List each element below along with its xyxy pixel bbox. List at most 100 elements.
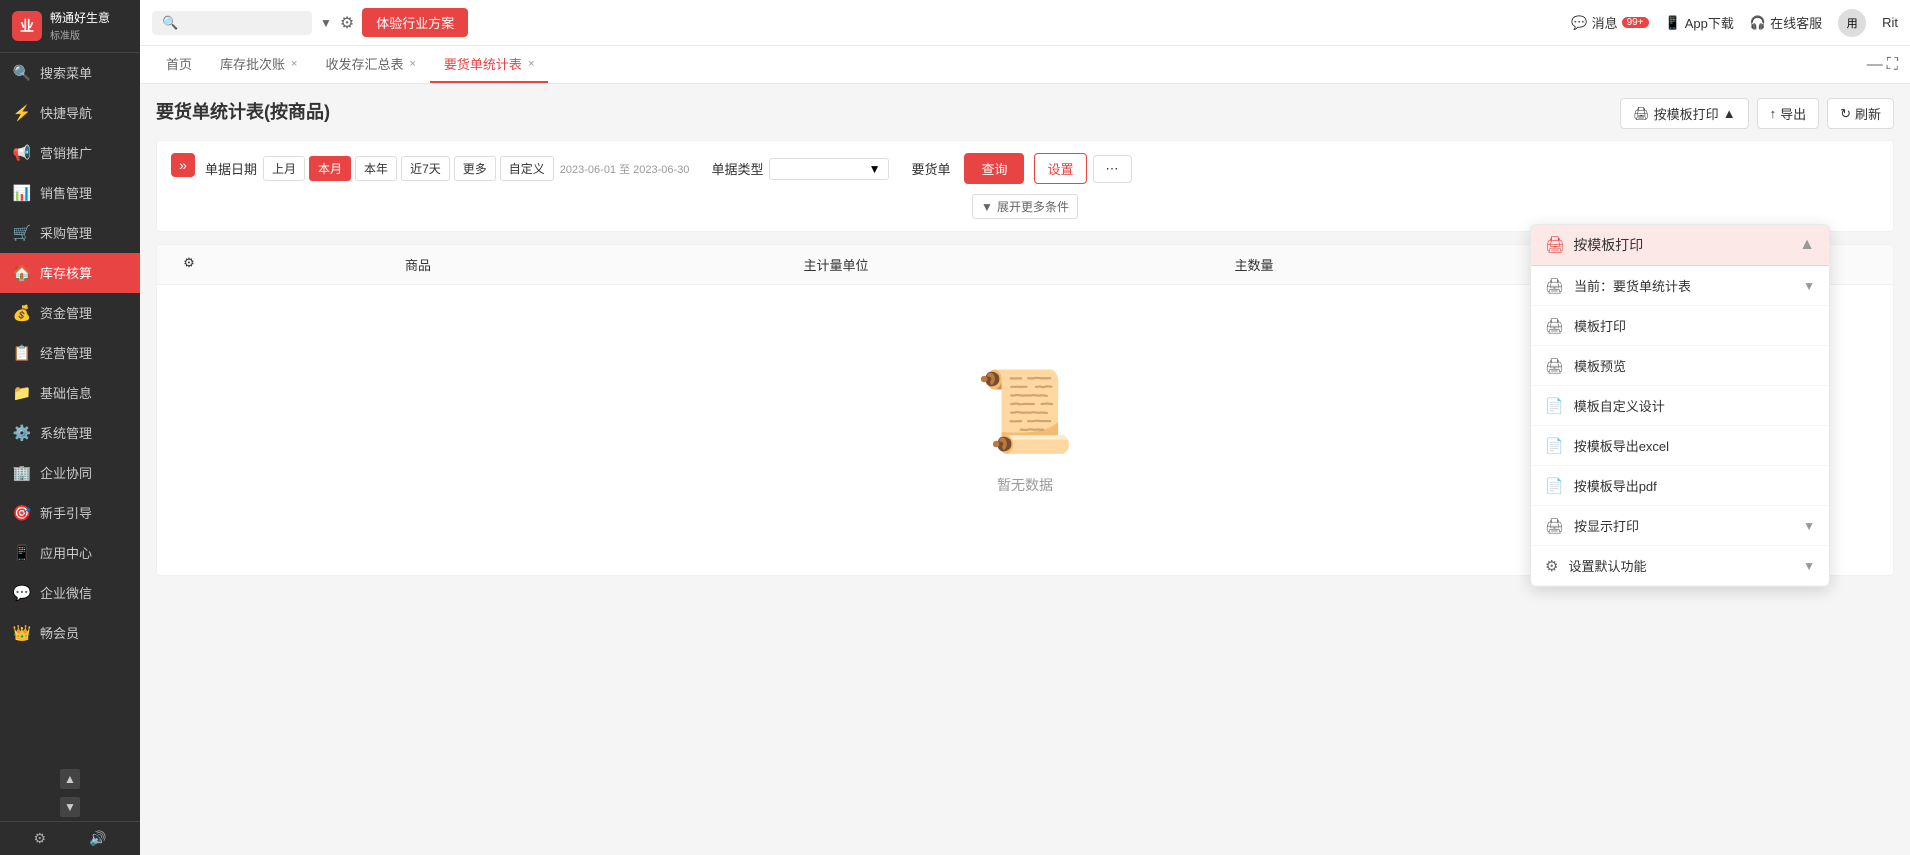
template-print-icon: 🖨 xyxy=(1545,317,1564,335)
export-button[interactable]: ↑ 导出 xyxy=(1757,98,1820,129)
tab-home[interactable]: 首页 xyxy=(152,46,206,83)
empty-text: 暂无数据 xyxy=(997,475,1053,495)
date-last-7days-button[interactable]: 近7天 xyxy=(401,156,450,181)
app-download-item[interactable]: 📱 App下载 xyxy=(1665,13,1734,32)
sidebar-item-app-center[interactable]: 📱 应用中心 xyxy=(0,533,140,573)
default-func-label: 设置默认功能 xyxy=(1568,556,1793,575)
date-current-year-button[interactable]: 本年 xyxy=(355,156,397,181)
main-content: 🔍 ▼ ⚙ 体验行业方案 💬 消息 99+ 📱 App下载 🎧 在线客服 用 xyxy=(140,0,1910,855)
scroll-up-button[interactable]: ▲ xyxy=(60,769,80,789)
sidebar-item-wechat[interactable]: 💬 企业微信 xyxy=(0,573,140,613)
app-logo: 业 畅通好生意 标准版 xyxy=(0,0,140,53)
dropdown-template-preview[interactable]: 🖨 模板预览 xyxy=(1531,346,1829,386)
tab-inventory-batch[interactable]: 库存批次账 × xyxy=(206,46,311,83)
sound-footer-button[interactable]: 🔊 xyxy=(89,830,106,847)
filter-expand-button[interactable]: » xyxy=(171,153,195,177)
dropdown-template-custom[interactable]: 📄 模板自定义设计 xyxy=(1531,386,1829,426)
tab-minimize-button[interactable]: — xyxy=(1867,56,1883,74)
sidebar: 业 畅通好生意 标准版 🔍 搜索菜单 ⚡ 快捷导航 📢 营销推广 📊 销售管理 … xyxy=(0,0,140,855)
app-download-label: App下载 xyxy=(1685,13,1734,32)
tab-label: 首页 xyxy=(166,54,192,73)
marketing-icon: 📢 xyxy=(12,143,32,163)
sidebar-item-finance[interactable]: 💰 资金管理 xyxy=(0,293,140,333)
search-box[interactable]: 🔍 xyxy=(152,11,312,35)
sidebar-item-label: 销售管理 xyxy=(40,183,92,202)
sidebar-item-system[interactable]: ⚙️ 系统管理 xyxy=(0,413,140,453)
sidebar-item-member[interactable]: 👑 畅会员 xyxy=(0,613,140,653)
type-filter-select[interactable]: ▼ xyxy=(769,158,889,180)
sidebar-item-search[interactable]: 🔍 搜索菜单 xyxy=(0,53,140,93)
search-input[interactable] xyxy=(184,16,284,30)
sidebar-item-enterprise[interactable]: 🏢 企业协同 xyxy=(0,453,140,493)
dropdown-current-template[interactable]: 🖨 当前：要货单统计表 ▼ xyxy=(1531,266,1829,306)
quick-nav-icon: ⚡ xyxy=(12,103,32,123)
topbar-gear-button[interactable]: ⚙ xyxy=(340,13,354,33)
date-custom-button[interactable]: 自定义 xyxy=(500,156,554,181)
tab-receipt-summary[interactable]: 收发存汇总表 × xyxy=(311,46,429,83)
sidebar-item-label: 基础信息 xyxy=(40,383,92,402)
guide-icon: 🎯 xyxy=(12,503,32,523)
order-code-label: 要货单 xyxy=(911,159,950,178)
trial-button[interactable]: 体验行业方案 xyxy=(362,8,468,37)
sidebar-item-inventory[interactable]: 🏠 库存核算 xyxy=(0,253,140,293)
date-filter-label: 单据日期 xyxy=(205,159,257,178)
page-actions: 🖨 按模板打印 ▲ ↑ 导出 ↻ 刷新 xyxy=(1620,98,1894,129)
settings-button[interactable]: 设置 xyxy=(1034,153,1086,184)
refresh-button[interactable]: ↻ 刷新 xyxy=(1827,98,1894,129)
topbar-dropdown[interactable]: ▼ xyxy=(320,16,332,30)
expand-more-button[interactable]: ▼ 展开更多条件 xyxy=(972,194,1078,219)
dropdown-template-print[interactable]: 🖨 模板打印 xyxy=(1531,306,1829,346)
dropdown-template-export-excel[interactable]: 📄 按模板导出excel xyxy=(1531,426,1829,466)
tab-close-inventory-batch[interactable]: × xyxy=(291,58,297,70)
sidebar-item-quick-nav[interactable]: ⚡ 快捷导航 xyxy=(0,93,140,133)
print-template-button[interactable]: 🖨 按模板打印 ▲ xyxy=(1620,98,1748,129)
expand-icon: » xyxy=(179,157,187,173)
export-icon: ↑ xyxy=(1770,106,1777,121)
display-print-icon: 🖨 xyxy=(1545,517,1564,535)
sidebar-item-base-info[interactable]: 📁 基础信息 xyxy=(0,373,140,413)
sidebar-item-guide[interactable]: 🎯 新手引导 xyxy=(0,493,140,533)
template-custom-icon: 📄 xyxy=(1545,397,1564,415)
display-print-arrow: ▼ xyxy=(1803,519,1815,533)
tab-maximize-button[interactable]: ⛶ xyxy=(1887,56,1898,74)
message-item[interactable]: 💬 消息 99+ xyxy=(1571,13,1648,32)
date-range-text: 2023-06-01 至 2023-06-30 xyxy=(560,161,690,177)
settings-footer-button[interactable]: ⚙ xyxy=(34,830,47,847)
base-info-icon: 📁 xyxy=(12,383,32,403)
template-export-excel-label: 按模板导出excel xyxy=(1574,436,1815,455)
date-current-month-button[interactable]: 本月 xyxy=(309,156,351,181)
more-options-button[interactable]: ⋯ xyxy=(1093,155,1132,183)
date-more-button[interactable]: 更多 xyxy=(454,156,496,181)
user-name: Rit xyxy=(1882,15,1898,30)
avatar-text: 用 xyxy=(1847,15,1858,31)
online-service-label: 在线客服 xyxy=(1770,13,1822,32)
template-export-excel-icon: 📄 xyxy=(1545,437,1564,455)
scroll-down-button[interactable]: ▼ xyxy=(60,797,80,817)
date-prev-month-button[interactable]: 上月 xyxy=(263,156,305,181)
template-export-pdf-label: 按模板导出pdf xyxy=(1574,476,1815,495)
online-service-item[interactable]: 🎧 在线客服 xyxy=(1750,13,1822,32)
dropdown-close-button[interactable]: ▲ xyxy=(1799,236,1815,254)
th-settings[interactable]: ⚙ xyxy=(169,255,209,274)
tab-close-order-stats[interactable]: × xyxy=(528,58,534,70)
dropdown-template-export-pdf[interactable]: 📄 按模板导出pdf xyxy=(1531,466,1829,506)
sidebar-item-label: 资金管理 xyxy=(40,303,92,322)
sidebar-scroll-down[interactable]: ▼ xyxy=(0,793,140,821)
date-filter-buttons: 上月 本月 本年 近7天 更多 自定义 xyxy=(263,156,554,181)
sidebar-item-label: 企业协同 xyxy=(40,463,92,482)
template-print-label: 模板打印 xyxy=(1574,316,1815,335)
finance-icon: 💰 xyxy=(12,303,32,323)
tab-close-receipt-summary[interactable]: × xyxy=(409,58,415,70)
default-func-icon: ⚙ xyxy=(1545,557,1558,575)
tab-order-stats[interactable]: 要货单统计表 × xyxy=(430,46,548,83)
sidebar-item-purchase[interactable]: 🛒 采购管理 xyxy=(0,213,140,253)
dropdown-display-print[interactable]: 🖨 按显示打印 ▼ xyxy=(1531,506,1829,546)
sidebar-item-marketing[interactable]: 📢 营销推广 xyxy=(0,133,140,173)
user-avatar[interactable]: 用 xyxy=(1838,9,1866,37)
sidebar-item-sales[interactable]: 📊 销售管理 xyxy=(0,173,140,213)
query-button[interactable]: 查询 xyxy=(964,153,1024,184)
sidebar-scroll-up[interactable]: ▲ xyxy=(0,765,140,793)
filter-group: 单据日期 上月 本月 本年 近7天 更多 自定义 2023-06-01 至 20… xyxy=(205,153,1879,184)
sidebar-item-operations[interactable]: 📋 经营管理 xyxy=(0,333,140,373)
dropdown-default-func[interactable]: ⚙ 设置默认功能 ▼ xyxy=(1531,546,1829,586)
